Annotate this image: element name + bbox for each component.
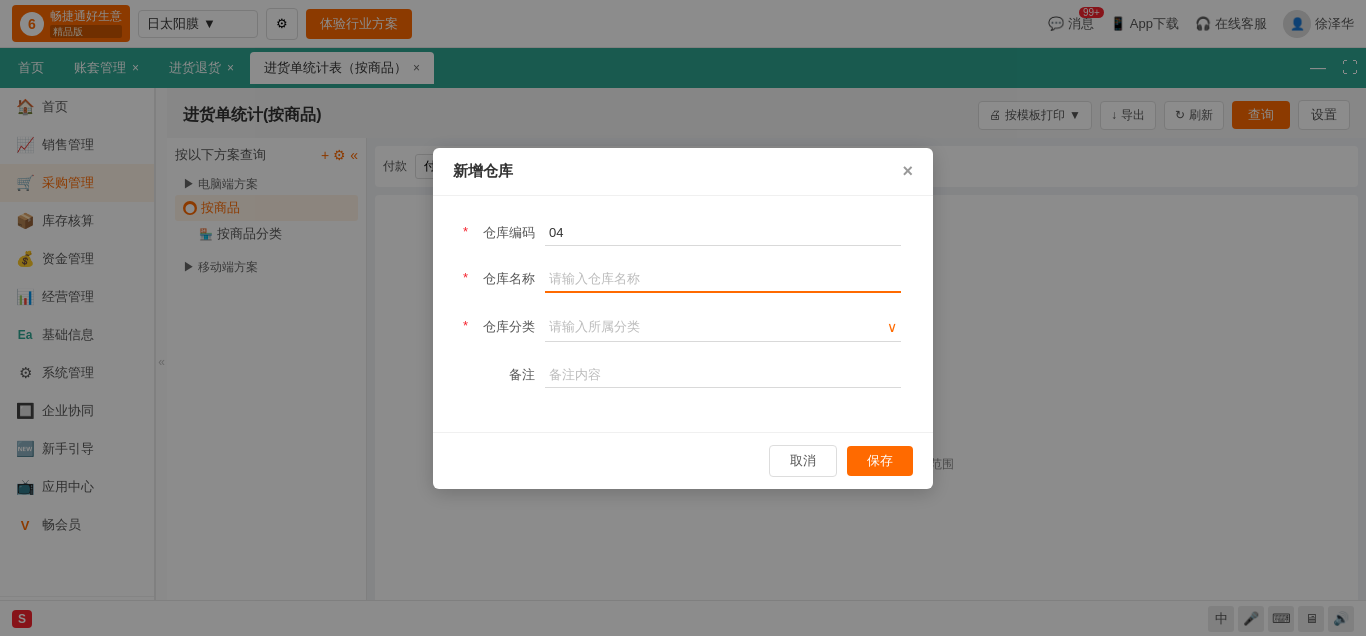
code-label: 仓库编码	[465, 224, 545, 242]
category-select[interactable]: 请输入所属分类 ∨	[545, 313, 901, 342]
modal-title: 新增仓库	[453, 162, 513, 181]
cancel-button[interactable]: 取消	[769, 445, 837, 477]
note-input[interactable]	[545, 362, 901, 388]
name-label: 仓库名称	[465, 270, 545, 288]
form-row-category: 仓库分类 请输入所属分类 ∨	[465, 313, 901, 342]
note-label: 备注	[465, 366, 545, 384]
modal-close-icon[interactable]: ×	[902, 162, 913, 180]
category-label: 仓库分类	[465, 318, 545, 336]
modal-footer: 取消 保存	[433, 432, 933, 489]
category-arrow-icon: ∨	[887, 319, 897, 335]
new-warehouse-modal: 新增仓库 × 仓库编码 仓库名称 仓库分类	[433, 148, 933, 489]
form-row-name: 仓库名称	[465, 266, 901, 293]
form-row-note: 备注	[465, 362, 901, 388]
save-button[interactable]: 保存	[847, 446, 913, 476]
code-input[interactable]	[545, 220, 901, 246]
category-placeholder: 请输入所属分类	[549, 318, 640, 336]
form-row-code: 仓库编码	[465, 220, 901, 246]
name-input[interactable]	[545, 266, 901, 293]
modal-header: 新增仓库 ×	[433, 148, 933, 196]
modal-body: 仓库编码 仓库名称 仓库分类 请输入所属分类 ∨	[433, 196, 933, 432]
modal-overlay: 新增仓库 × 仓库编码 仓库名称 仓库分类	[0, 0, 1366, 636]
